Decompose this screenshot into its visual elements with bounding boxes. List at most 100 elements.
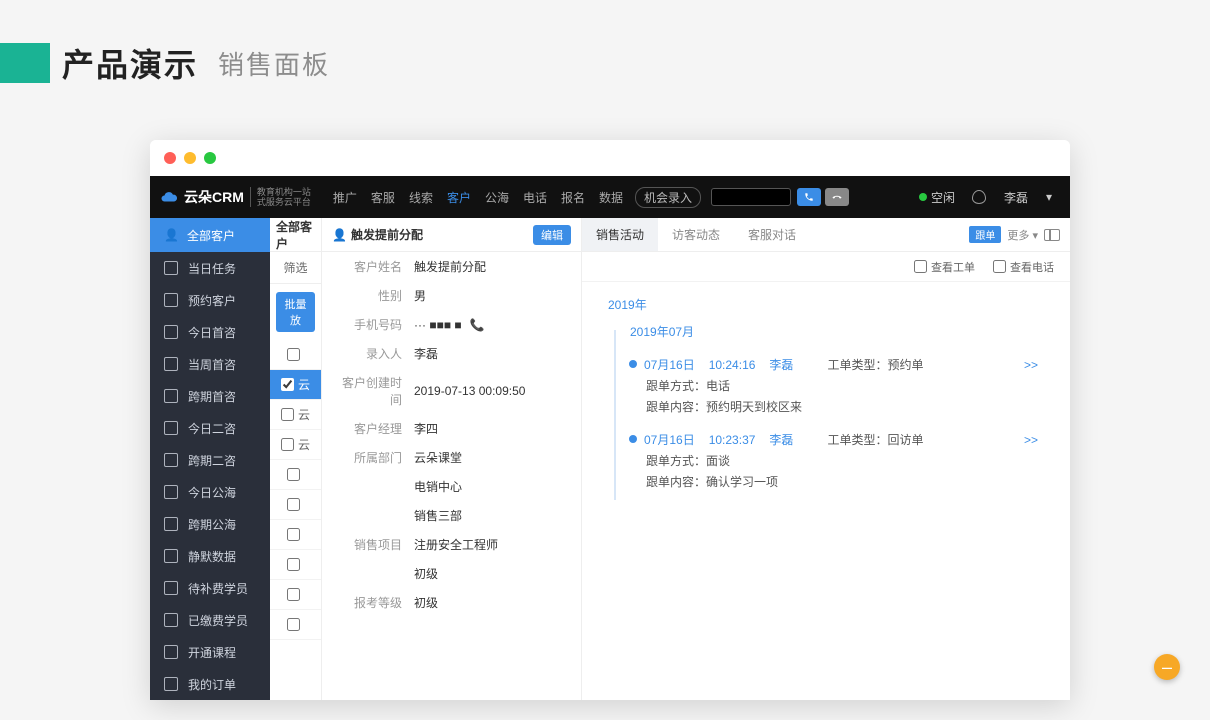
user-name[interactable]: 李磊 [1004,189,1028,206]
filter-bar[interactable]: 筛选 [270,252,321,284]
maximize-dot[interactable] [204,152,216,164]
sidebar-item-2[interactable]: 今日首咨 [150,316,270,348]
filter-tickets[interactable]: 查看工单 [914,259,975,275]
row-checkbox[interactable] [287,618,300,631]
filter-calls[interactable]: 查看电话 [993,259,1054,275]
table-row[interactable]: 云 [270,430,321,460]
entry-time: 10:23:37 [709,433,756,447]
row-checkbox[interactable] [281,378,294,391]
sidebar-icon [164,325,178,339]
followup-tag[interactable]: 跟单 [969,226,1001,243]
nav-item-2[interactable]: 线索 [409,189,433,206]
sidebar-item-3[interactable]: 当周首咨 [150,348,270,380]
entry-date: 07月16日 [644,356,695,373]
top-nav: 云朵CRM 教育机构一站 式服务云平台 推广客服线索客户公海电话报名数据 机会录… [150,176,1070,218]
sidebar-item-label: 今日二咨 [188,420,236,437]
edit-button[interactable]: 编辑 [533,225,571,245]
minimize-dot[interactable] [184,152,196,164]
sidebar-item-0[interactable]: 当日任务 [150,252,270,284]
search-input[interactable] [711,188,791,206]
opportunity-chip[interactable]: 机会录入 [635,187,701,208]
sidebar-item-11[interactable]: 已缴费学员 [150,604,270,636]
detail-row: 销售项目注册安全工程师 [322,530,581,559]
table-row[interactable] [270,460,321,490]
sidebar-icon [164,421,178,435]
sidebar-item-12[interactable]: 开通课程 [150,636,270,668]
row-checkbox[interactable] [281,438,294,451]
sidebar-icon [164,453,178,467]
person-icon: 👤 [164,228,179,242]
row-checkbox[interactable] [287,558,300,571]
table-row[interactable] [270,520,321,550]
nav-item-4[interactable]: 公海 [485,189,509,206]
nav-item-3[interactable]: 客户 [447,189,471,206]
sidebar-item-label: 静默数据 [188,548,236,565]
field-value: ··· ■■■ ■ [414,318,462,332]
tab-0[interactable]: 销售活动 [582,218,658,251]
timeline: 2019年 2019年07月 07月16日10:24:16李磊工单类型：预约单>… [582,282,1070,510]
expand-button[interactable]: >> [1024,358,1038,372]
row-checkbox[interactable] [287,348,300,361]
expand-button[interactable]: >> [1024,433,1038,447]
nav-item-1[interactable]: 客服 [371,189,395,206]
sidebar-icon [164,517,178,531]
sidebar-item-5[interactable]: 今日二咨 [150,412,270,444]
sidebar-icon [164,389,178,403]
tab-2[interactable]: 客服对话 [734,218,810,251]
fab-button[interactable]: – [1154,654,1180,680]
sidebar-item-1[interactable]: 预约客户 [150,284,270,316]
batch-button[interactable]: 批量放 [276,292,315,332]
sidebar-item-label: 已缴费学员 [188,612,248,629]
table-row[interactable] [270,580,321,610]
close-dot[interactable] [164,152,176,164]
sidebar-item-6[interactable]: 跨期二咨 [150,444,270,476]
app-window: 云朵CRM 教育机构一站 式服务云平台 推广客服线索客户公海电话报名数据 机会录… [150,140,1070,700]
more-button[interactable]: 更多 ▾ [1007,227,1038,243]
sidebar-icon [164,261,178,275]
row-checkbox[interactable] [287,498,300,511]
entry-user: 李磊 [769,356,793,373]
row-checkbox[interactable] [281,408,294,421]
sidebar-item-10[interactable]: 待补费学员 [150,572,270,604]
table-row[interactable] [270,610,321,640]
table-row[interactable] [270,490,321,520]
timeline-month: 2019年07月 [630,323,1048,340]
row-checkbox[interactable] [287,588,300,601]
layout-icon[interactable] [1044,229,1060,241]
nav-item-7[interactable]: 数据 [599,189,623,206]
sidebar-item-label: 今日公海 [188,484,236,501]
tab-1[interactable]: 访客动态 [658,218,734,251]
activity-column: 销售活动访客动态客服对话 跟单 更多 ▾ 查看工单 查看电话 2019年 201… [582,218,1070,700]
entry-time: 10:24:16 [709,358,756,372]
hangup-button[interactable] [825,188,849,206]
field-label: 销售项目 [332,536,402,553]
sidebar-header[interactable]: 👤 全部客户 [150,218,270,252]
table-row[interactable] [270,550,321,580]
sidebar-item-label: 跨期公海 [188,516,236,533]
brand-tagline: 教育机构一站 式服务云平台 [250,187,311,207]
nav-item-0[interactable]: 推广 [333,189,357,206]
user-caret-icon[interactable]: ▾ [1046,190,1052,204]
sidebar-item-7[interactable]: 今日公海 [150,476,270,508]
sidebar-item-4[interactable]: 跨期首咨 [150,380,270,412]
table-row[interactable]: 云 [270,370,321,400]
row-checkbox[interactable] [287,528,300,541]
table-row[interactable] [270,340,321,370]
bell-icon[interactable] [972,190,986,204]
table-row[interactable]: 云 [270,400,321,430]
sidebar-item-9[interactable]: 静默数据 [150,540,270,572]
call-button[interactable] [797,188,821,206]
status-text: 空闲 [931,189,955,206]
nav-item-6[interactable]: 报名 [561,189,585,206]
entry-kind: 工单类型：预约单 [827,356,923,373]
sidebar-item-13[interactable]: 我的订单 [150,668,270,700]
cloud-icon [160,188,178,206]
phone-icon[interactable]: 📞 [470,318,485,332]
sidebar-item-label: 今日首咨 [188,324,236,341]
sidebar-item-8[interactable]: 跨期公海 [150,508,270,540]
row-checkbox[interactable] [287,468,300,481]
status-dot [919,193,927,201]
nav-item-5[interactable]: 电话 [523,189,547,206]
field-value: 初级 [414,594,438,611]
brand-name: 云朵CRM [184,187,244,207]
